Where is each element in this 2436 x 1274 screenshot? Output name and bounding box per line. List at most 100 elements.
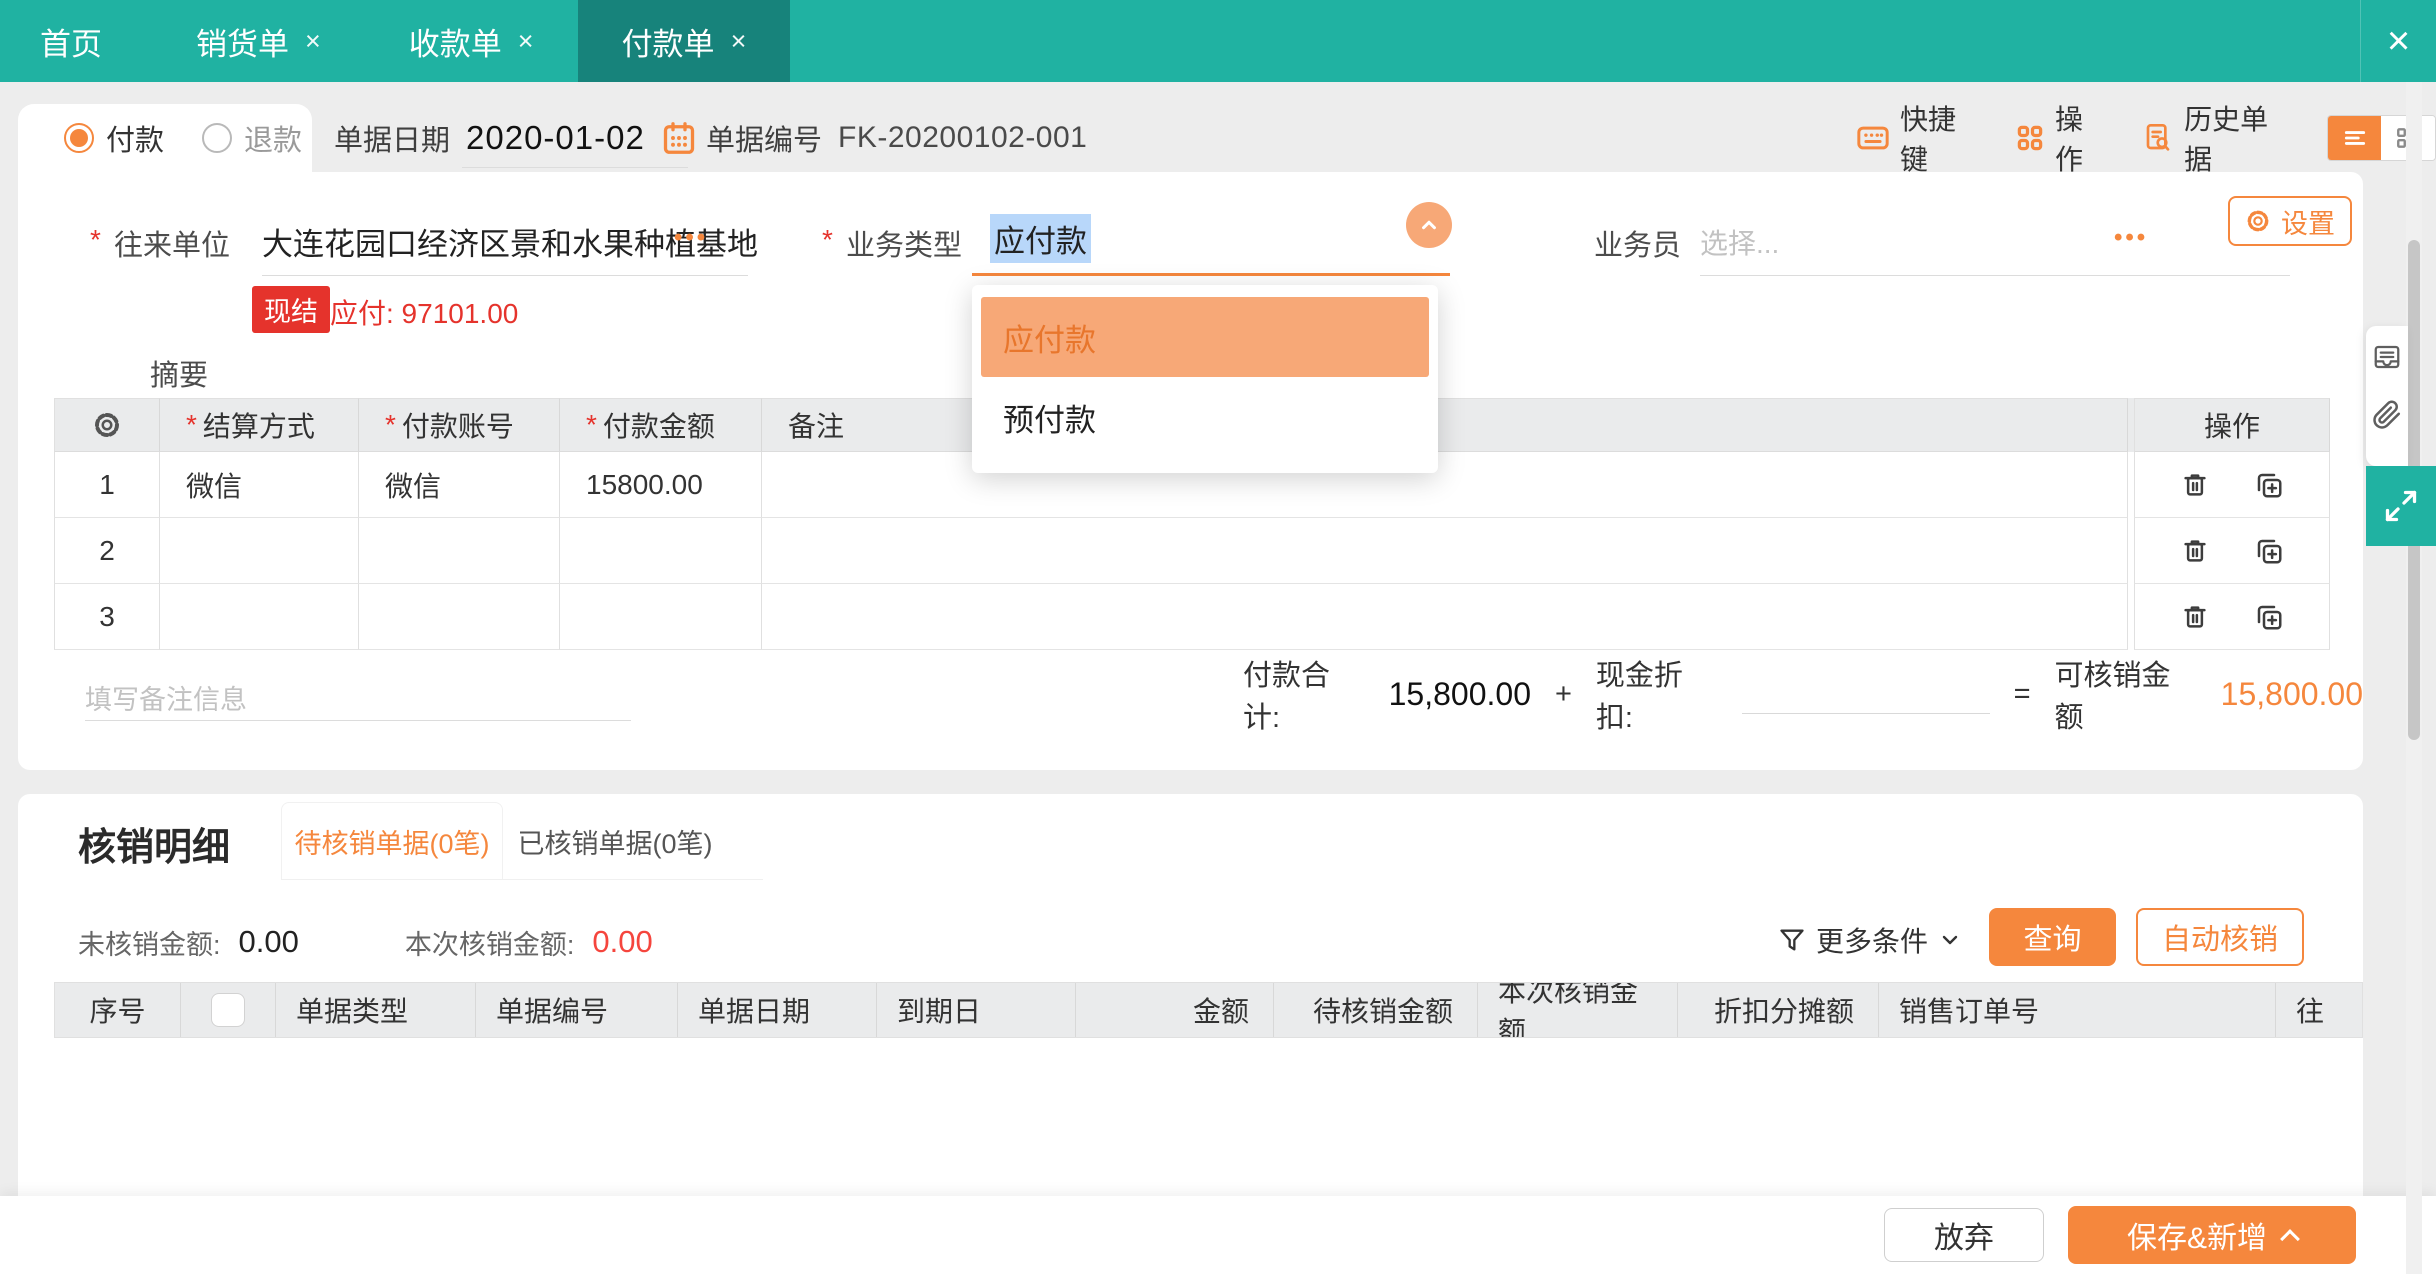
delete-row-icon[interactable]: [2180, 470, 2210, 500]
operations-button[interactable]: 操作: [2015, 98, 2110, 178]
biztype-collapse-button[interactable]: [1406, 202, 1452, 248]
partner-underline: [262, 275, 748, 276]
writeoff-table-header: 序号 单据类型 单据编号 单据日期 到期日 金额 待核销金额 本次核销金额 折扣…: [54, 982, 2363, 1038]
cash-discount-input[interactable]: [1741, 674, 1990, 714]
tab-pending-writeoff[interactable]: 待核销单据(0笔): [281, 802, 503, 880]
option-prepaid[interactable]: 预付款: [981, 377, 1429, 457]
settings-button[interactable]: 设置: [2228, 196, 2352, 246]
partner-label: 往来单位: [114, 230, 231, 262]
pay-amount-cell[interactable]: [560, 584, 762, 650]
salesman-placeholder[interactable]: 选择...: [1700, 222, 1779, 262]
pay-amount-cell[interactable]: [560, 518, 762, 584]
settings-label: 设置: [2281, 208, 2335, 239]
remark-input-placeholder[interactable]: 填写备注信息: [85, 678, 247, 717]
unverified-label: 未核销金额:: [78, 929, 221, 960]
header-amount: 金额: [1076, 983, 1274, 1037]
operations-label: 操作: [2054, 104, 2083, 175]
save-and-new-button[interactable]: 保存&新增: [2068, 1206, 2356, 1264]
side-toolbar: [2366, 326, 2408, 466]
settle-method-cell[interactable]: [160, 518, 359, 584]
biztype-value[interactable]: 应付款: [990, 214, 1091, 263]
payment-type-switch: 付款 退款: [18, 104, 312, 172]
header-operations: 操作: [2134, 398, 2330, 452]
header-discount-share: 折扣分摊额: [1678, 983, 1879, 1037]
expand-fullscreen-button[interactable]: [2366, 466, 2436, 546]
discard-button[interactable]: 放弃: [1884, 1208, 2044, 1262]
payment-row-2: 2: [54, 518, 2330, 584]
attachment-link-icon[interactable]: [2372, 400, 2402, 430]
gear-icon: [92, 410, 122, 440]
radio-refund[interactable]: 退款: [202, 117, 302, 159]
discount-label: 现金折扣:: [1595, 660, 1683, 734]
save-and-new-label: 保存&新增: [2126, 1222, 2267, 1255]
shortcut-keys-label: 快捷键: [1900, 104, 1957, 175]
column-settings-cell[interactable]: [54, 398, 160, 452]
chevron-down-icon: [1942, 935, 1958, 945]
note-cell[interactable]: [762, 452, 2128, 518]
current-writeoff-value: 0.00: [592, 924, 653, 959]
partner-picker-ellipsis[interactable]: •••: [674, 224, 708, 252]
tabs-divider: [281, 879, 763, 880]
copy-add-row-icon[interactable]: [2254, 602, 2284, 632]
pay-amount-cell[interactable]: 15800.00: [560, 452, 762, 518]
row-operations: [2134, 518, 2330, 584]
tab-home[interactable]: 首页: [0, 0, 152, 82]
copy-add-row-icon[interactable]: [2254, 536, 2284, 566]
radio-payment-label: 付款: [106, 125, 165, 157]
header-doc-type: 单据类型: [276, 983, 476, 1037]
note-cell[interactable]: [762, 584, 2128, 650]
query-button[interactable]: 查询: [1989, 908, 2116, 966]
print-queue-icon[interactable]: [2372, 342, 2402, 372]
doc-number-label: 单据编号: [706, 125, 823, 157]
salesman-picker-ellipsis[interactable]: •••: [2114, 224, 2148, 252]
header-toolbar: 快捷键 操作 历史单据: [1856, 104, 2436, 175]
salesman-label: 业务员: [1594, 230, 1682, 262]
plus-sign: +: [1554, 677, 1572, 710]
tab-sales-order[interactable]: 销货单 ×: [152, 0, 365, 82]
header-checkbox-cell: [181, 983, 276, 1037]
doc-date-value[interactable]: 2020-01-02: [466, 119, 645, 157]
gear-icon: [2247, 210, 2269, 232]
tab-done-writeoff[interactable]: 已核销单据(0笔): [504, 802, 726, 880]
pay-account-cell[interactable]: 微信: [359, 452, 560, 518]
history-docs-label: 历史单据: [2184, 104, 2269, 175]
settlement-badge: 现结: [252, 286, 330, 333]
tab-label: 首页: [40, 26, 102, 62]
more-filters-label: 更多条件: [1816, 926, 1929, 957]
note-cell[interactable]: [762, 518, 2128, 584]
delete-row-icon[interactable]: [2180, 536, 2210, 566]
copy-add-row-icon[interactable]: [2254, 470, 2284, 500]
remark-underline: [85, 720, 631, 721]
auto-writeoff-button[interactable]: 自动核销: [2136, 908, 2304, 966]
more-filters-button[interactable]: 更多条件: [1778, 920, 1962, 960]
radio-unselected-icon: [202, 123, 233, 153]
radio-refund-label: 退款: [244, 125, 303, 157]
pay-account-cell[interactable]: [359, 518, 560, 584]
tab-bar: 首页 销货单 × 收款单 × 付款单 × ×: [0, 0, 2436, 82]
doc-number-value: FK-20200102-001: [838, 121, 1088, 154]
delete-row-icon[interactable]: [2180, 602, 2210, 632]
tab-payment-order[interactable]: 付款单 ×: [577, 0, 791, 82]
writeoff-stats: 未核销金额: 0.00 本次核销金额: 0.00: [78, 914, 653, 970]
select-all-checkbox[interactable]: [211, 993, 245, 1027]
tab-close-icon[interactable]: ×: [518, 26, 534, 57]
settle-method-cell[interactable]: [160, 584, 359, 650]
settle-method-cell[interactable]: 微信: [160, 452, 359, 518]
option-payable[interactable]: 应付款: [981, 297, 1429, 377]
shortcut-keys-button[interactable]: 快捷键: [1856, 98, 1983, 178]
equals-sign: =: [2013, 677, 2031, 710]
row-operations: [2134, 452, 2330, 518]
radio-payment[interactable]: 付款: [64, 117, 164, 159]
calendar-icon[interactable]: [661, 120, 697, 156]
header-current-amount: 本次核销金额: [1478, 983, 1678, 1037]
list-view-button[interactable]: [2327, 116, 2382, 160]
pay-account-cell[interactable]: [359, 584, 560, 650]
doc-date-underline: [462, 167, 688, 168]
window-close-icon[interactable]: ×: [2360, 0, 2436, 82]
history-docs-button[interactable]: 历史单据: [2142, 98, 2295, 178]
tab-close-icon[interactable]: ×: [305, 26, 321, 57]
footer-action-bar: 放弃 保存&新增: [0, 1196, 2436, 1274]
tab-receipt-order[interactable]: 收款单 ×: [365, 0, 578, 82]
tab-close-icon[interactable]: ×: [731, 26, 747, 57]
chevron-up-icon: [2280, 1229, 2300, 1249]
